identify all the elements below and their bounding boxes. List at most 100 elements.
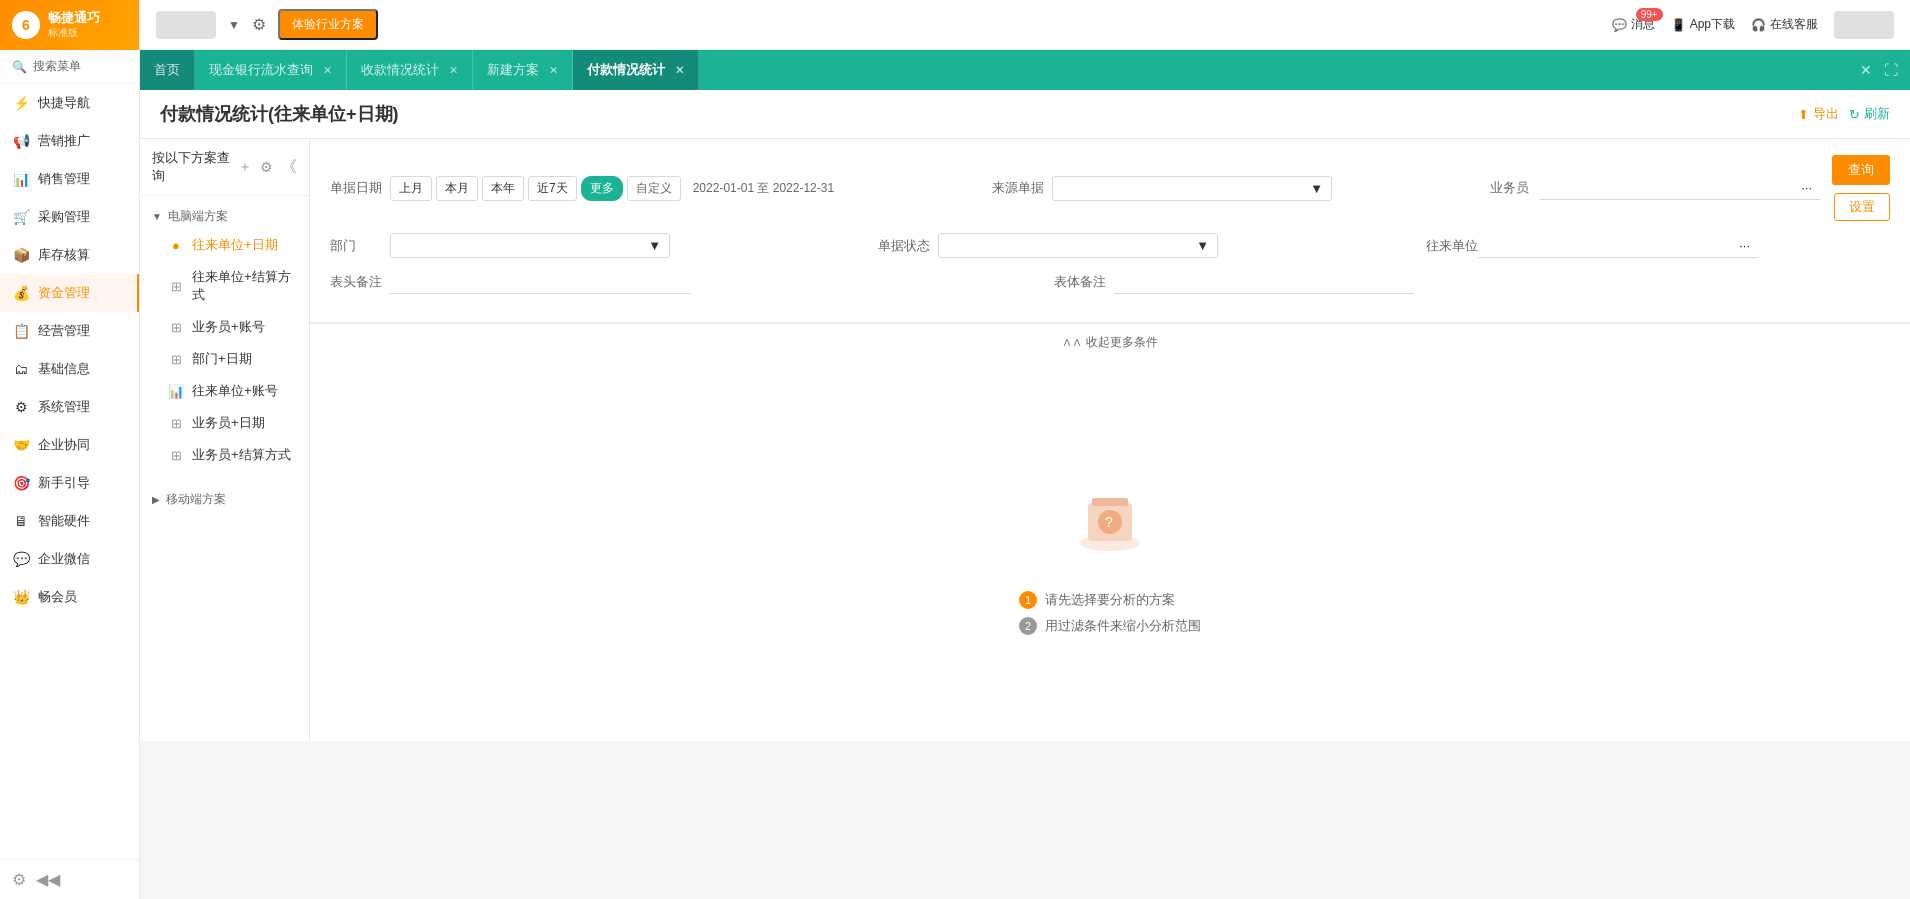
query-button[interactable]: 查询: [1832, 155, 1890, 185]
scheme-mobile-arrow-icon: ▶: [152, 494, 160, 505]
doc-status-select[interactable]: ▼: [938, 233, 1218, 258]
scheme-settings-icon[interactable]: ⚙: [260, 159, 273, 175]
settings-button[interactable]: 设置: [1834, 193, 1890, 221]
tab-new-plan[interactable]: 新建方案 ✕: [473, 50, 573, 90]
body-note-input[interactable]: [1114, 270, 1414, 294]
trial-plan-button[interactable]: 体验行业方案: [278, 9, 378, 40]
scheme-mobile-title[interactable]: ▶ 移动端方案: [140, 487, 309, 512]
sidebar-item-sales[interactable]: 📊 销售管理: [0, 160, 139, 198]
topbar-settings-icon[interactable]: ⚙: [252, 15, 266, 34]
date-btn-this-year[interactable]: 本年: [482, 176, 524, 201]
date-btn-last-month[interactable]: 上月: [390, 176, 432, 201]
tab-close-window-icon[interactable]: ✕: [1860, 62, 1872, 78]
filter-scheme-wrapper: 按以下方案查询 ＋ ⚙ 《 ▼ 电脑端方案 ● 往来单位+日期: [140, 139, 1910, 741]
scheme-collapse-icon[interactable]: 《: [281, 157, 297, 178]
sidebar-item-operation[interactable]: 📋 经营管理: [0, 312, 139, 350]
scheme-item-salesman-settlement[interactable]: ⊞ 业务员+结算方式: [140, 439, 309, 471]
sidebar-item-label: 企业微信: [38, 550, 90, 568]
tip-1-text: 请先选择要分析的方案: [1045, 591, 1175, 609]
sidebar-item-enterprise[interactable]: 🤝 企业协同: [0, 426, 139, 464]
empty-tip-1: 1 请先选择要分析的方案: [1019, 591, 1201, 609]
scheme-item-dept-date[interactable]: ⊞ 部门+日期: [140, 343, 309, 375]
sidebar-item-hardware[interactable]: 🖥 智能硬件: [0, 502, 139, 540]
tab-bank-flow[interactable]: 现金银行流水查询 ✕: [195, 50, 347, 90]
scheme-item-grid-icon-4: ⊞: [168, 415, 184, 431]
member-icon: 👑: [12, 588, 30, 606]
tab-home[interactable]: 首页: [140, 50, 195, 90]
dept-select[interactable]: ▼: [390, 233, 670, 258]
main-area: ▼ ⚙ 体验行业方案 💬 消息 99+ 📱 App下载 🎧 在线客服 首页: [140, 0, 1910, 899]
collapse-button[interactable]: ∧∧ 收起更多条件: [1062, 335, 1157, 349]
sidebar-item-system[interactable]: ⚙ 系统管理: [0, 388, 139, 426]
tab-payment-stats[interactable]: 付款情况统计 ✕: [573, 50, 699, 90]
scheme-item-partner-account[interactable]: 📊 往来单位+账号: [140, 375, 309, 407]
inventory-icon: 📦: [12, 246, 30, 264]
sidebar-item-member[interactable]: 👑 畅会员: [0, 578, 139, 616]
sidebar-item-label: 资金管理: [38, 284, 90, 302]
header-note-label: 表头备注: [330, 273, 390, 291]
collapse-sidebar-icon[interactable]: ◀◀: [36, 870, 60, 889]
date-btn-custom[interactable]: 自定义: [627, 176, 681, 201]
filter-row-1: 单据日期 上月 本月 本年 近7天 更多 自定义 2022-01-01 至 20…: [330, 155, 1890, 221]
scheme-item-dept-date-label: 部门+日期: [192, 350, 252, 368]
scheme-mobile-section: ▶ 移动端方案: [140, 479, 309, 520]
app-version: 标准版: [48, 26, 100, 40]
tab-window-actions: ✕ ⛶: [1848, 50, 1910, 90]
tab-receivables-close-icon[interactable]: ✕: [449, 64, 458, 77]
scheme-item-partner-settlement[interactable]: ⊞ 往来单位+结算方式: [140, 261, 309, 311]
sidebar-item-fund[interactable]: 💰 资金管理: [0, 274, 139, 312]
search-menu-item[interactable]: 🔍 搜索菜单: [0, 50, 139, 84]
wechat-icon: 💬: [12, 550, 30, 568]
dept-label: 部门: [330, 237, 390, 255]
scheme-item-salesman-account[interactable]: ⊞ 业务员+账号: [140, 311, 309, 343]
purchase-icon: 🛒: [12, 208, 30, 226]
tab-new-plan-close-icon[interactable]: ✕: [549, 64, 558, 77]
message-button[interactable]: 💬 消息 99+: [1612, 16, 1655, 33]
collapse-label: 收起更多条件: [1086, 335, 1158, 349]
app-logo-icon: 6: [12, 11, 40, 39]
tab-fullscreen-icon[interactable]: ⛶: [1884, 62, 1898, 78]
sidebar-item-inventory[interactable]: 📦 库存核算: [0, 236, 139, 274]
scheme-item-partner-account-label: 往来单位+账号: [192, 382, 278, 400]
scheme-add-icon[interactable]: ＋: [238, 158, 252, 176]
tab-receivables[interactable]: 收款情况统计 ✕: [347, 50, 473, 90]
source-select-arrow: ▼: [1310, 181, 1323, 196]
sidebar-item-label: 快捷导航: [38, 94, 90, 112]
date-btn-more[interactable]: 更多: [581, 176, 623, 201]
app-download-button[interactable]: 📱 App下载: [1671, 16, 1735, 33]
tab-bank-flow-label: 现金银行流水查询: [209, 61, 313, 79]
date-btn-7days[interactable]: 近7天: [528, 176, 577, 201]
settings-footer-icon[interactable]: ⚙: [12, 870, 26, 889]
sidebar-item-basic[interactable]: 🗂 基础信息: [0, 350, 139, 388]
sidebar-item-quick-nav[interactable]: ⚡ 快捷导航: [0, 84, 139, 122]
sidebar-item-guide[interactable]: 🎯 新手引导: [0, 464, 139, 502]
user-top-avatar[interactable]: [1834, 11, 1894, 39]
date-range-display: 2022-01-01 至 2022-12-31: [693, 180, 834, 197]
page-title: 付款情况统计(往来单位+日期): [160, 102, 399, 126]
tab-new-plan-label: 新建方案: [487, 61, 539, 79]
date-btn-this-month[interactable]: 本月: [436, 176, 478, 201]
export-button[interactable]: ⬆ 导出: [1798, 105, 1839, 123]
source-select[interactable]: ▼: [1052, 176, 1332, 201]
scheme-pc-title[interactable]: ▼ 电脑端方案: [140, 204, 309, 229]
scheme-item-salesman-date[interactable]: ⊞ 业务员+日期: [140, 407, 309, 439]
sidebar-item-marketing[interactable]: 📢 营销推广: [0, 122, 139, 160]
filter-row-3: 表头备注 表体备注: [330, 270, 1890, 294]
online-service-label: 在线客服: [1770, 16, 1818, 33]
topbar-dropdown-icon[interactable]: ▼: [228, 18, 240, 32]
sidebar-item-purchase[interactable]: 🛒 采购管理: [0, 198, 139, 236]
sidebar-item-wechat[interactable]: 💬 企业微信: [0, 540, 139, 578]
sales-icon: 📊: [12, 170, 30, 188]
sidebar-item-label: 基础信息: [38, 360, 90, 378]
online-service-button[interactable]: 🎧 在线客服: [1751, 16, 1818, 33]
scheme-panel-header: 按以下方案查询 ＋ ⚙ 《: [140, 139, 309, 196]
refresh-button[interactable]: ↻ 刷新: [1849, 105, 1890, 123]
tab-bank-flow-close-icon[interactable]: ✕: [323, 64, 332, 77]
sidebar-footer: ⚙ ◀◀: [0, 859, 139, 899]
partner-select[interactable]: ···: [1478, 234, 1758, 258]
scheme-mobile-label: 移动端方案: [166, 491, 226, 508]
header-note-input[interactable]: [390, 270, 690, 294]
salesman-select[interactable]: ···: [1540, 176, 1820, 200]
tab-payment-stats-close-icon[interactable]: ✕: [675, 64, 684, 77]
scheme-item-partner-date[interactable]: ● 往来单位+日期: [140, 229, 309, 261]
